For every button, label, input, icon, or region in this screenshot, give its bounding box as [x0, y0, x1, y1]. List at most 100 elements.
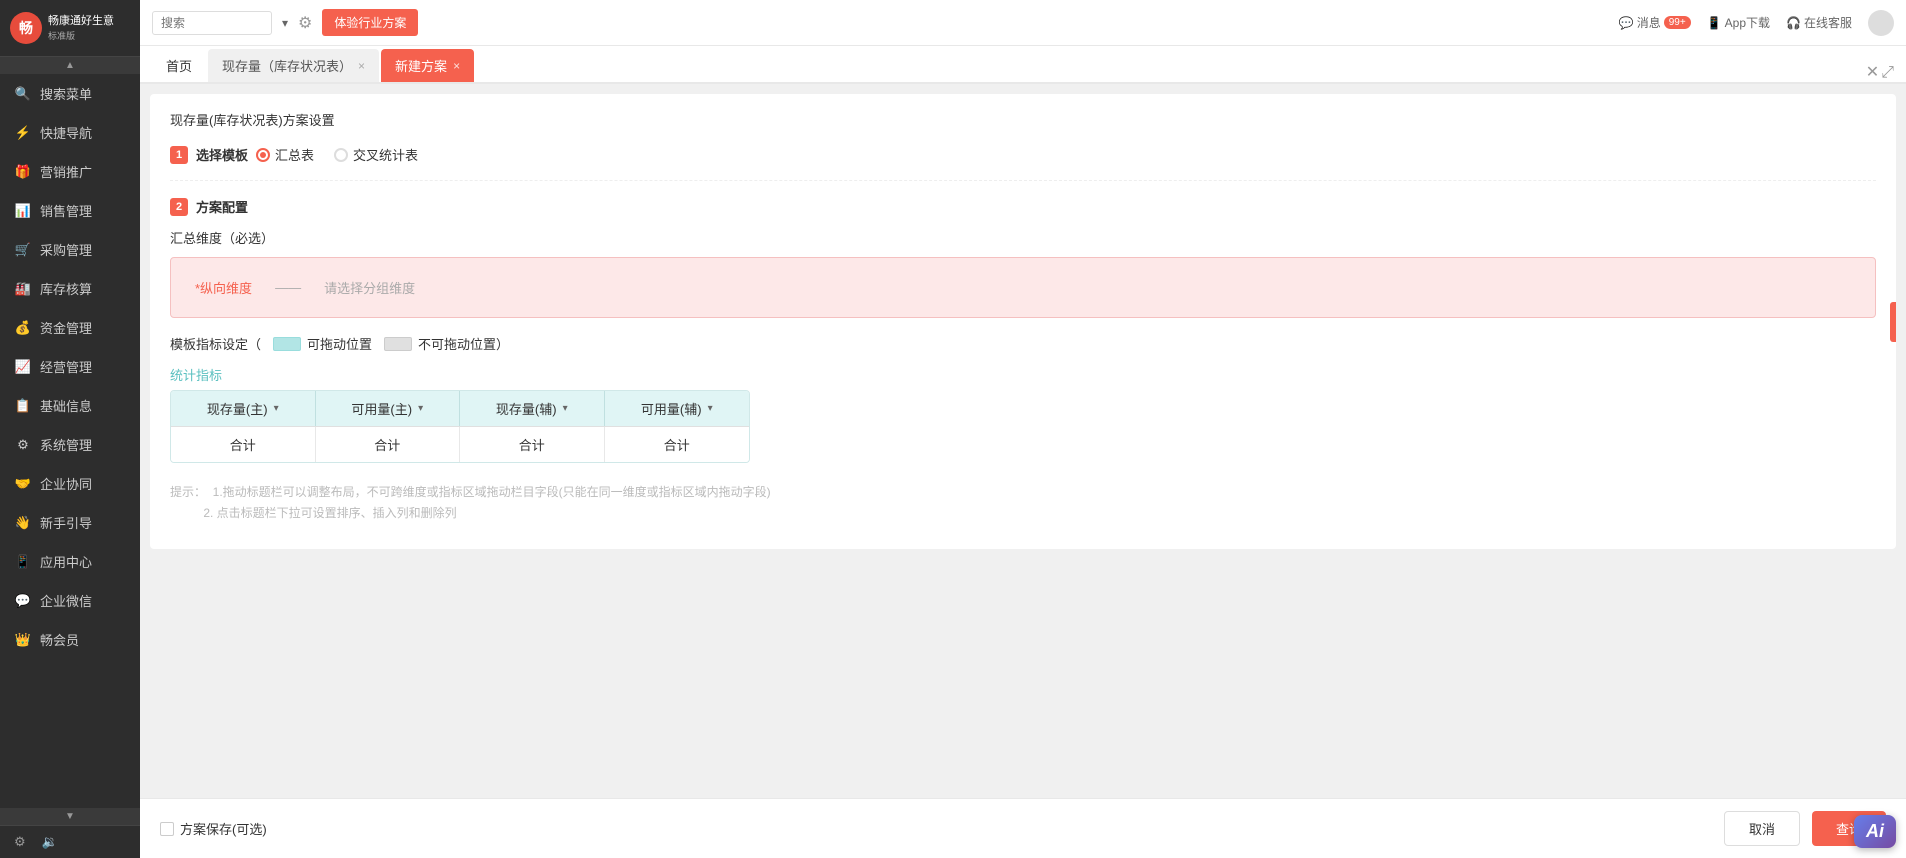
- section-scheme-config: 2 方案配置 汇总维度（必选） *纵向维度 —— 请选择分组维度 模板指标设定（: [170, 197, 1876, 533]
- sidebar-item-new-guide[interactable]: 👋 新手引导: [0, 503, 140, 542]
- sidebar-item-search-menu[interactable]: 🔍 搜索菜单: [0, 74, 140, 113]
- cancel-button[interactable]: 取消: [1724, 811, 1800, 846]
- app-edition: 标准版: [48, 29, 114, 42]
- save-checkbox[interactable]: [160, 822, 174, 836]
- sidebar-item-label: 销售管理: [40, 201, 92, 220]
- new-guide-icon: 👋: [14, 514, 32, 532]
- sales-icon: 📊: [14, 202, 32, 220]
- sidebar-item-finance[interactable]: 💰 资金管理: [0, 308, 140, 347]
- col-header-1[interactable]: 可用量(主) ▾: [316, 391, 461, 426]
- sidebar-nav: 🔍 搜索菜单 ⚡ 快捷导航 🎁 营销推广 📊 销售管理 🛒 采购管理 🏭 库存核…: [0, 74, 140, 808]
- sidebar-item-label: 企业协同: [40, 474, 92, 493]
- logo-icon: 畅: [10, 12, 42, 44]
- user-avatar[interactable]: [1868, 10, 1894, 36]
- sidebar-item-app-center[interactable]: 📱 应用中心: [0, 542, 140, 581]
- col-header-0[interactable]: 现存量(主) ▾: [171, 391, 316, 426]
- draggable-legend: 可拖动位置: [273, 334, 372, 353]
- sidebar-item-system[interactable]: ⚙ 系统管理: [0, 425, 140, 464]
- purchase-icon: 🛒: [14, 241, 32, 259]
- template-radio-group: 汇总表 交叉统计表: [256, 145, 418, 164]
- sidebar-item-inventory[interactable]: 🏭 库存核算: [0, 269, 140, 308]
- tabs-bar: 首页 现存量（库存状况表） × 新建方案 × ✕ ⤢: [140, 46, 1906, 84]
- sidebar-item-member[interactable]: 👑 畅会员: [0, 620, 140, 659]
- app-center-icon: 📱: [14, 553, 32, 571]
- ai-badge[interactable]: Ai: [1854, 815, 1896, 848]
- topbar-dropdown-arrow[interactable]: ▾: [282, 16, 288, 30]
- indicator-settings-label: 模板指标设定（: [170, 334, 261, 353]
- vertical-dim-label: *纵向维度: [195, 278, 252, 297]
- tab-new-scheme[interactable]: 新建方案 ×: [381, 49, 474, 82]
- tab-new-scheme-close[interactable]: ×: [453, 60, 460, 72]
- indicator-settings: 模板指标设定（ 可拖动位置 不可拖动位置）: [170, 334, 1876, 353]
- stats-cell-2: 合计: [460, 427, 605, 462]
- search-input[interactable]: [152, 11, 272, 35]
- industry-solution-button[interactable]: 体验行业方案: [322, 9, 418, 36]
- marketing-icon: 🎁: [14, 163, 32, 181]
- system-icon: ⚙: [14, 436, 32, 454]
- online-service-label: 在线客服: [1804, 14, 1852, 31]
- panel-expand-icon[interactable]: ⤢: [1881, 64, 1894, 82]
- col-header-label-0: 现存量(主): [207, 399, 268, 418]
- app-name: 畅康通好生意: [48, 14, 114, 28]
- sound-icon[interactable]: 🔉: [42, 834, 58, 850]
- radio-cross-table[interactable]: 交叉统计表: [334, 145, 418, 164]
- section2-num: 2: [170, 198, 188, 216]
- headset-icon: 🎧: [1786, 16, 1801, 30]
- sidebar-item-sales[interactable]: 📊 销售管理: [0, 191, 140, 230]
- resize-handle[interactable]: [1890, 302, 1896, 342]
- sidebar-item-basic-info[interactable]: 📋 基础信息: [0, 386, 140, 425]
- radio-cross-label: 交叉统计表: [353, 145, 418, 164]
- col-header-3[interactable]: 可用量(辅) ▾: [605, 391, 750, 426]
- section2-header: 2 方案配置: [170, 197, 1876, 216]
- sidebar-item-quick-nav[interactable]: ⚡ 快捷导航: [0, 113, 140, 152]
- tab-inventory-label: 现存量（库存状况表）: [222, 56, 352, 75]
- settings-icon[interactable]: ⚙: [14, 834, 26, 850]
- message-button[interactable]: 💬 消息 99+: [1619, 14, 1691, 31]
- sidebar-item-enterprise-wechat[interactable]: 💬 企业微信: [0, 581, 140, 620]
- col-header-2[interactable]: 现存量(辅) ▾: [460, 391, 605, 426]
- sidebar-item-purchase[interactable]: 🛒 采购管理: [0, 230, 140, 269]
- mobile-icon: 📱: [1707, 16, 1722, 30]
- chevron-icon-3: ▾: [708, 403, 713, 414]
- stats-table-header: 现存量(主) ▾ 可用量(主) ▾ 现存量(辅) ▾: [171, 391, 749, 426]
- chevron-icon-1: ▾: [418, 403, 423, 414]
- sidebar-item-business[interactable]: 📈 经营管理: [0, 347, 140, 386]
- enterprise-wechat-icon: 💬: [14, 592, 32, 610]
- draggable-box: [273, 337, 301, 351]
- tab-home[interactable]: 首页: [152, 49, 206, 82]
- tab-inventory-status[interactable]: 现存量（库存状况表） ×: [208, 49, 379, 82]
- radio-summary-table[interactable]: 汇总表: [256, 145, 314, 164]
- section1-title: 选择模板: [196, 145, 248, 164]
- message-label: 消息: [1637, 14, 1661, 31]
- dimension-required-label: 汇总维度（必选）: [170, 228, 1876, 247]
- stats-label: 统计指标: [170, 365, 1876, 384]
- online-service-button[interactable]: 🎧 在线客服: [1786, 14, 1852, 31]
- member-icon: 👑: [14, 631, 32, 649]
- sidebar-item-label: 畅会员: [40, 630, 79, 649]
- dimension-area[interactable]: *纵向维度 —— 请选择分组维度: [170, 257, 1876, 318]
- sidebar-scroll-down[interactable]: ▼: [0, 808, 140, 825]
- page-title: 现存量(库存状况表)方案设置: [170, 110, 1876, 129]
- sidebar-scroll-up[interactable]: ▲: [0, 57, 140, 74]
- app-download-button[interactable]: 📱 App下载: [1707, 14, 1770, 31]
- sidebar-item-label: 快捷导航: [40, 123, 92, 142]
- sidebar-logo: 畅 畅康通好生意 标准版: [0, 0, 140, 57]
- topbar-gear-icon[interactable]: ⚙: [298, 13, 312, 33]
- sidebar-item-enterprise[interactable]: 🤝 企业协同: [0, 464, 140, 503]
- tab-inventory-close[interactable]: ×: [358, 60, 365, 72]
- draggable-label: 可拖动位置: [307, 334, 372, 353]
- non-draggable-legend: 不可拖动位置）: [384, 334, 509, 353]
- main-area: ▾ ⚙ 体验行业方案 💬 消息 99+ 📱 App下载 🎧 在线客服: [140, 0, 1906, 858]
- topbar: ▾ ⚙ 体验行业方案 💬 消息 99+ 📱 App下载 🎧 在线客服: [140, 0, 1906, 46]
- finance-icon: 💰: [14, 319, 32, 337]
- section1-header: 1 选择模板 汇总表 交叉统计表: [170, 145, 1876, 164]
- sidebar-item-label: 基础信息: [40, 396, 92, 415]
- panel-close-icon[interactable]: ✕: [1866, 62, 1879, 82]
- tips-section: 提示： 1.拖动标题栏可以调整布局，不可跨维度或指标区域拖动栏目字段(只能在同一…: [170, 475, 1876, 533]
- col-header-label-3: 可用量(辅): [641, 399, 702, 418]
- message-badge: 99+: [1664, 16, 1691, 29]
- sidebar-item-marketing[interactable]: 🎁 营销推广: [0, 152, 140, 191]
- stats-cell-0: 合计: [171, 427, 316, 462]
- sidebar-item-label: 搜索菜单: [40, 84, 92, 103]
- save-option-label: 方案保存(可选): [180, 819, 267, 838]
